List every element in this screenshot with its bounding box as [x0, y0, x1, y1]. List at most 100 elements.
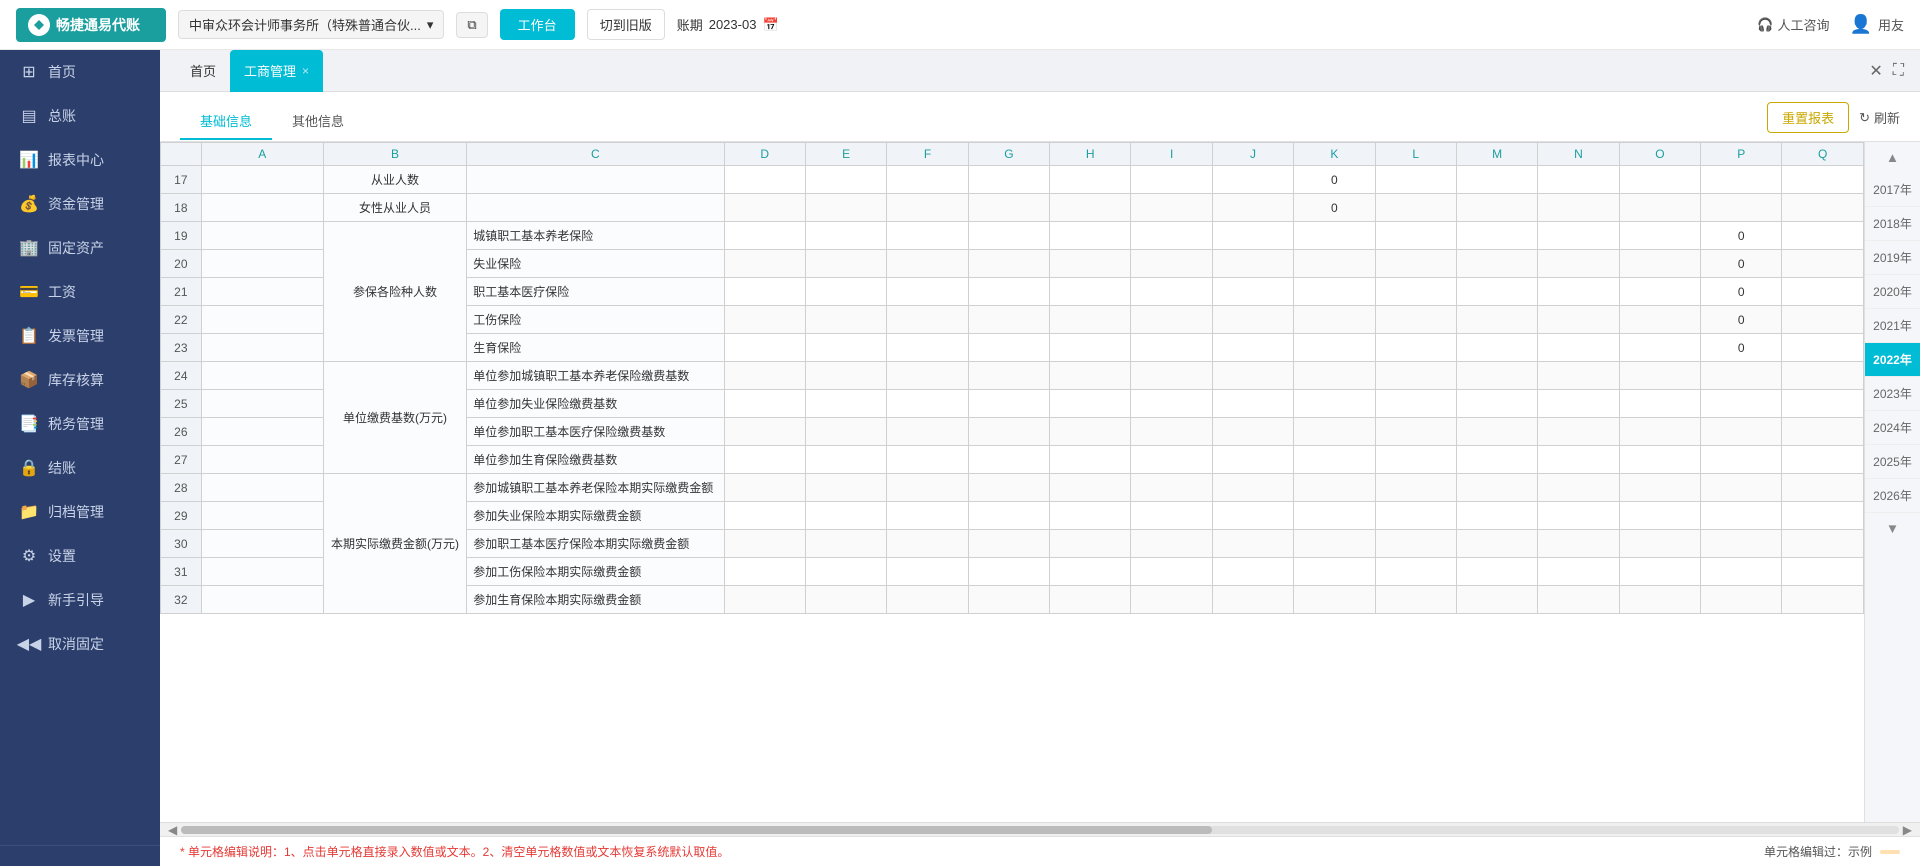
year-item-2022年[interactable]: 2022年 [1865, 343, 1920, 377]
cell-25-O[interactable] [1619, 390, 1700, 418]
cell-18-I[interactable] [1131, 194, 1212, 222]
cell-19-L[interactable] [1375, 222, 1456, 250]
sidebar-item-salary[interactable]: 💳 工资 [0, 270, 160, 314]
cell-25-J[interactable] [1212, 390, 1293, 418]
sidebar-item-newbie[interactable]: ▶ 新手引导 [0, 578, 160, 622]
cell-21-O[interactable] [1619, 278, 1700, 306]
cell-23-G[interactable] [968, 334, 1049, 362]
cell-22-L[interactable] [1375, 306, 1456, 334]
cell-25-Q[interactable] [1782, 390, 1864, 418]
cell-19-M[interactable] [1456, 222, 1537, 250]
cell-31-J[interactable] [1212, 558, 1293, 586]
cell-30-A[interactable] [201, 530, 323, 558]
cell-29-C[interactable]: 参加失业保险本期实际缴费金额 [467, 502, 724, 530]
cell-26-A[interactable] [201, 418, 323, 446]
cell-21-N[interactable] [1538, 278, 1619, 306]
cell-23-L[interactable] [1375, 334, 1456, 362]
cell-22-I[interactable] [1131, 306, 1212, 334]
cell-18-D[interactable] [724, 194, 805, 222]
cell-26-P[interactable] [1701, 418, 1782, 446]
sidebar-item-close[interactable]: 🔒 结账 [0, 446, 160, 490]
cell-21-P[interactable]: 0 [1701, 278, 1782, 306]
cell-20-J[interactable] [1212, 250, 1293, 278]
cell-28-J[interactable] [1212, 474, 1293, 502]
sidebar-item-asset[interactable]: 🏢 固定资产 [0, 226, 160, 270]
cell-18-N[interactable] [1538, 194, 1619, 222]
cell-21-A[interactable] [201, 278, 323, 306]
cell-31-F[interactable] [887, 558, 968, 586]
cell-27-G[interactable] [968, 446, 1049, 474]
cell-17-Q[interactable] [1782, 166, 1864, 194]
cell-24-H[interactable] [1050, 362, 1131, 390]
cell-24-D[interactable] [724, 362, 805, 390]
sub-tab-other[interactable]: 其他信息 [272, 103, 364, 140]
cell-27-L[interactable] [1375, 446, 1456, 474]
cell-28-N[interactable] [1538, 474, 1619, 502]
cell-29-G[interactable] [968, 502, 1049, 530]
cell-21-M[interactable] [1456, 278, 1537, 306]
cell-28-H[interactable] [1050, 474, 1131, 502]
cell-26-I[interactable] [1131, 418, 1212, 446]
cell-26-Q[interactable] [1782, 418, 1864, 446]
cell-18-J[interactable] [1212, 194, 1293, 222]
cell-28-I[interactable] [1131, 474, 1212, 502]
reset-report-button[interactable]: 重置报表 [1767, 102, 1849, 133]
sidebar-item-unpin[interactable]: ◀◀ 取消固定 [0, 622, 160, 666]
cell-25-H[interactable] [1050, 390, 1131, 418]
cell-19-A[interactable] [201, 222, 323, 250]
cell-23-J[interactable] [1212, 334, 1293, 362]
cell-28-F[interactable] [887, 474, 968, 502]
service-button[interactable]: 🎧 人工咨询 [1757, 15, 1829, 34]
cell-26-J[interactable] [1212, 418, 1293, 446]
cell-28-B[interactable]: 本期实际缴费金额(万元) [323, 474, 466, 614]
cell-21-F[interactable] [887, 278, 968, 306]
cell-19-O[interactable] [1619, 222, 1700, 250]
cell-18-B[interactable]: 女性从业人员 [323, 194, 466, 222]
cell-29-L[interactable] [1375, 502, 1456, 530]
cell-25-E[interactable] [805, 390, 886, 418]
cell-20-K[interactable] [1294, 250, 1375, 278]
cell-23-C[interactable]: 生育保险 [467, 334, 724, 362]
cell-30-F[interactable] [887, 530, 968, 558]
cell-18-F[interactable] [887, 194, 968, 222]
cell-25-P[interactable] [1701, 390, 1782, 418]
cell-30-Q[interactable] [1782, 530, 1864, 558]
cell-25-A[interactable] [201, 390, 323, 418]
cell-29-E[interactable] [805, 502, 886, 530]
cell-30-K[interactable] [1294, 530, 1375, 558]
cell-27-P[interactable] [1701, 446, 1782, 474]
cell-24-B[interactable]: 单位缴费基数(万元) [323, 362, 466, 474]
calendar-icon[interactable]: 📅 [762, 17, 778, 33]
cell-20-P[interactable]: 0 [1701, 250, 1782, 278]
cell-25-L[interactable] [1375, 390, 1456, 418]
cell-25-K[interactable] [1294, 390, 1375, 418]
cell-21-I[interactable] [1131, 278, 1212, 306]
cell-20-L[interactable] [1375, 250, 1456, 278]
cell-30-J[interactable] [1212, 530, 1293, 558]
sidebar-item-home[interactable]: ⊞ 首页 [0, 50, 160, 94]
cell-27-M[interactable] [1456, 446, 1537, 474]
cell-29-F[interactable] [887, 502, 968, 530]
refresh-button[interactable]: ↻ 刷新 [1859, 102, 1900, 133]
cell-27-D[interactable] [724, 446, 805, 474]
cell-32-H[interactable] [1050, 586, 1131, 614]
sub-tab-basic[interactable]: 基础信息 [180, 103, 272, 140]
cell-20-H[interactable] [1050, 250, 1131, 278]
cell-17-N[interactable] [1538, 166, 1619, 194]
sidebar-item-tax[interactable]: 📑 税务管理 [0, 402, 160, 446]
cell-19-G[interactable] [968, 222, 1049, 250]
cell-29-P[interactable] [1701, 502, 1782, 530]
cell-25-C[interactable]: 单位参加失业保险缴费基数 [467, 390, 724, 418]
cell-24-P[interactable] [1701, 362, 1782, 390]
cell-22-F[interactable] [887, 306, 968, 334]
cell-28-K[interactable] [1294, 474, 1375, 502]
cell-32-F[interactable] [887, 586, 968, 614]
tab-close-window-button[interactable]: ✕ [1869, 61, 1882, 81]
cell-30-I[interactable] [1131, 530, 1212, 558]
cell-30-M[interactable] [1456, 530, 1537, 558]
year-item-2018年[interactable]: 2018年 [1865, 207, 1920, 241]
cell-29-Q[interactable] [1782, 502, 1864, 530]
cell-18-A[interactable] [201, 194, 323, 222]
cell-17-I[interactable] [1131, 166, 1212, 194]
cell-18-E[interactable] [805, 194, 886, 222]
